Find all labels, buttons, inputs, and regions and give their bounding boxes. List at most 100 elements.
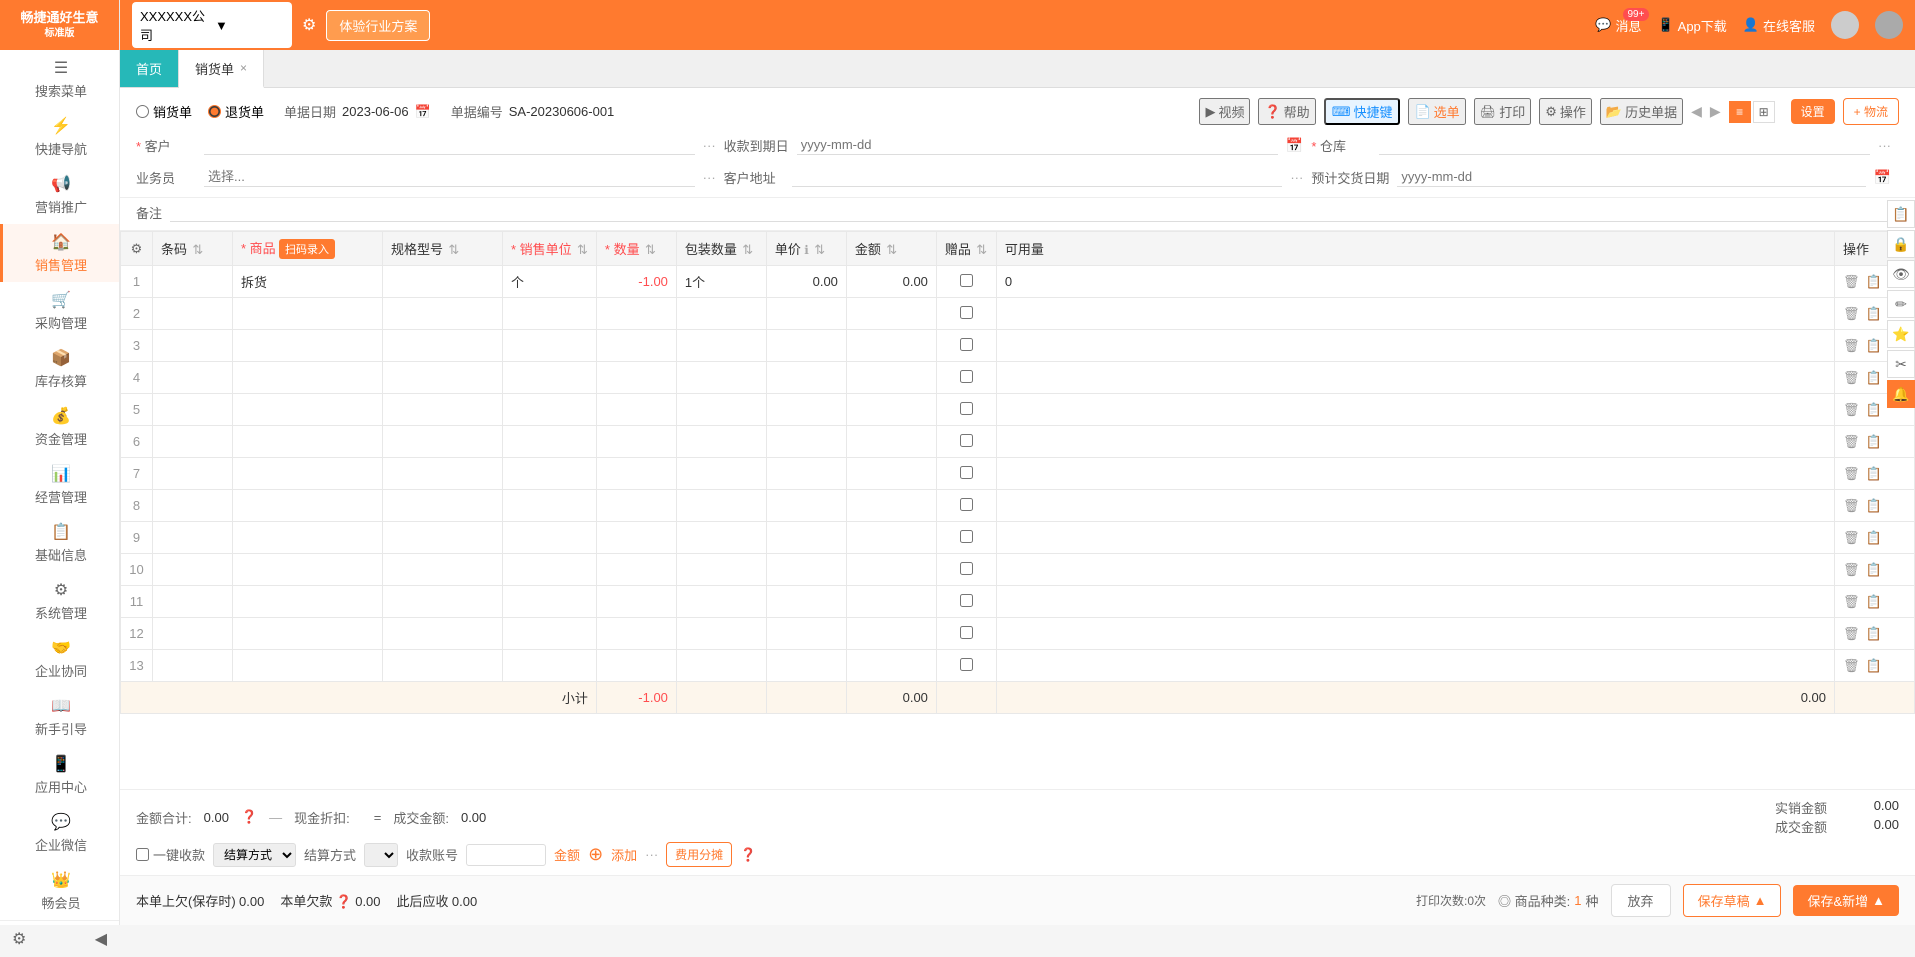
copy-row-icon[interactable]: 📋 xyxy=(1866,626,1882,642)
cell-amount[interactable] xyxy=(846,298,936,330)
tab-close-icon[interactable]: × xyxy=(240,61,247,75)
list-view-toggle[interactable]: ≡ xyxy=(1729,101,1751,123)
cell-spec[interactable] xyxy=(383,458,503,490)
gift-checkbox[interactable] xyxy=(960,338,973,351)
copy-row-icon[interactable]: 📋 xyxy=(1866,306,1882,322)
cell-amount[interactable] xyxy=(846,426,936,458)
cell-unit[interactable] xyxy=(503,298,597,330)
delete-row-icon[interactable]: 🗑 xyxy=(1843,338,1860,354)
prev-record-icon[interactable]: ◀ xyxy=(1691,103,1702,120)
tab-home[interactable]: 首页 xyxy=(120,50,179,87)
gift-checkbox[interactable] xyxy=(960,402,973,415)
cell-product[interactable] xyxy=(233,554,383,586)
sidebar-item-guide[interactable]: 📖 新手引导 xyxy=(0,688,119,746)
calc-method-select[interactable]: 结算方式 xyxy=(213,843,296,867)
cell-quantity[interactable] xyxy=(596,298,676,330)
cell-barcode[interactable] xyxy=(153,458,233,490)
customer-addr-more-icon[interactable]: ··· xyxy=(1290,170,1303,185)
cell-pkg-qty[interactable] xyxy=(676,618,766,650)
cell-product[interactable] xyxy=(233,522,383,554)
cell-quantity[interactable] xyxy=(596,426,676,458)
company-selector[interactable]: XXXXXX公司 ▼ xyxy=(132,2,292,48)
right-tool-eye[interactable]: 👁 xyxy=(1887,260,1915,288)
sidebar-item-wechat[interactable]: 💬 企业微信 xyxy=(0,804,119,862)
delete-row-icon[interactable]: 🗑 xyxy=(1843,594,1860,610)
cell-amount[interactable] xyxy=(846,490,936,522)
cell-unit-price[interactable]: 0.00 xyxy=(766,266,846,298)
trial-button[interactable]: 体验行业方案 xyxy=(326,10,430,41)
cell-amount[interactable] xyxy=(846,330,936,362)
cell-amount[interactable] xyxy=(846,362,936,394)
cell-product[interactable] xyxy=(233,394,383,426)
sidebar-item-membership[interactable]: 👑 畅会员 xyxy=(0,862,119,920)
gift-checkbox[interactable] xyxy=(960,626,973,639)
cell-unit[interactable] xyxy=(503,554,597,586)
gift-checkbox[interactable] xyxy=(960,594,973,607)
cell-barcode[interactable] xyxy=(153,394,233,426)
payment-checkbox-label[interactable]: 一键收款 xyxy=(136,845,205,864)
expense-button[interactable]: 费用分摊 xyxy=(666,842,732,867)
cell-quantity[interactable] xyxy=(596,586,676,618)
cell-unit[interactable] xyxy=(503,586,597,618)
cell-amount[interactable] xyxy=(846,554,936,586)
cell-spec[interactable] xyxy=(383,362,503,394)
copy-row-icon[interactable]: 📋 xyxy=(1866,530,1882,546)
cell-product[interactable] xyxy=(233,458,383,490)
app-download-button[interactable]: 📱 App下载 xyxy=(1657,16,1726,35)
gift-checkbox[interactable] xyxy=(960,306,973,319)
cell-amount[interactable]: 0.00 xyxy=(846,266,936,298)
delete-row-icon[interactable]: 🗑 xyxy=(1843,626,1860,642)
cell-unit-price[interactable] xyxy=(766,586,846,618)
operation-button[interactable]: ⚙ 操作 xyxy=(1539,98,1592,125)
copy-row-icon[interactable]: 📋 xyxy=(1866,658,1882,674)
cell-pkg-qty[interactable] xyxy=(676,490,766,522)
cell-spec[interactable] xyxy=(383,330,503,362)
copy-row-icon[interactable]: 📋 xyxy=(1866,338,1882,354)
save-draft-button[interactable]: 保存草稿 ▲ xyxy=(1683,884,1782,917)
cell-quantity[interactable] xyxy=(596,330,676,362)
save-new-dropdown-icon[interactable]: ▲ xyxy=(1872,893,1885,908)
cell-unit[interactable] xyxy=(503,458,597,490)
cell-pkg-qty[interactable] xyxy=(676,362,766,394)
pkg-qty-sort-icon[interactable]: ⇅ xyxy=(742,242,753,257)
info-icon[interactable]: ℹ xyxy=(804,243,809,257)
cell-amount[interactable] xyxy=(846,522,936,554)
grid-view-toggle[interactable]: ⊞ xyxy=(1753,101,1775,123)
cell-unit[interactable] xyxy=(503,394,597,426)
cell-spec[interactable] xyxy=(383,266,503,298)
cell-unit-price[interactable] xyxy=(766,650,846,682)
scan-button[interactable]: 扫码录入 xyxy=(279,239,335,259)
expected-delivery-input[interactable] xyxy=(1397,167,1865,187)
gift-checkbox[interactable] xyxy=(960,370,973,383)
select-button[interactable]: 📄 选单 xyxy=(1408,98,1465,125)
delete-row-icon[interactable]: 🗑 xyxy=(1843,274,1860,290)
cell-quantity[interactable] xyxy=(596,458,676,490)
cell-unit-price[interactable] xyxy=(766,618,846,650)
cell-unit-price[interactable] xyxy=(766,394,846,426)
cell-spec[interactable] xyxy=(383,426,503,458)
cell-unit-price[interactable] xyxy=(766,298,846,330)
settings-button[interactable]: 设置 xyxy=(1791,99,1835,124)
cell-unit-price[interactable] xyxy=(766,458,846,490)
cell-pkg-qty[interactable] xyxy=(676,458,766,490)
cell-barcode[interactable] xyxy=(153,650,233,682)
tab-sales-bill[interactable]: 销货单 × xyxy=(179,50,264,88)
cell-spec[interactable] xyxy=(383,586,503,618)
cell-pkg-qty[interactable] xyxy=(676,586,766,618)
cell-gift[interactable] xyxy=(936,522,996,554)
cell-product[interactable] xyxy=(233,586,383,618)
radio-return-bill[interactable]: 退货单 xyxy=(208,102,264,121)
cell-gift[interactable] xyxy=(936,394,996,426)
expected-delivery-calendar-icon[interactable]: 📅 xyxy=(1874,169,1891,186)
gift-checkbox[interactable] xyxy=(960,274,973,287)
sidebar-item-quick-nav[interactable]: ⚡ 快捷导航 xyxy=(0,108,119,166)
abandon-button[interactable]: 放弃 xyxy=(1611,884,1671,917)
due-date-input[interactable] xyxy=(797,135,1278,155)
copy-row-icon[interactable]: 📋 xyxy=(1866,370,1882,386)
cell-pkg-qty[interactable] xyxy=(676,650,766,682)
cell-gift[interactable] xyxy=(936,266,996,298)
online-service-button[interactable]: 👤 在线客服 xyxy=(1743,16,1815,35)
cell-product[interactable]: 拆货 xyxy=(233,266,383,298)
cell-pkg-qty[interactable]: 1个 xyxy=(676,266,766,298)
cell-pkg-qty[interactable] xyxy=(676,330,766,362)
